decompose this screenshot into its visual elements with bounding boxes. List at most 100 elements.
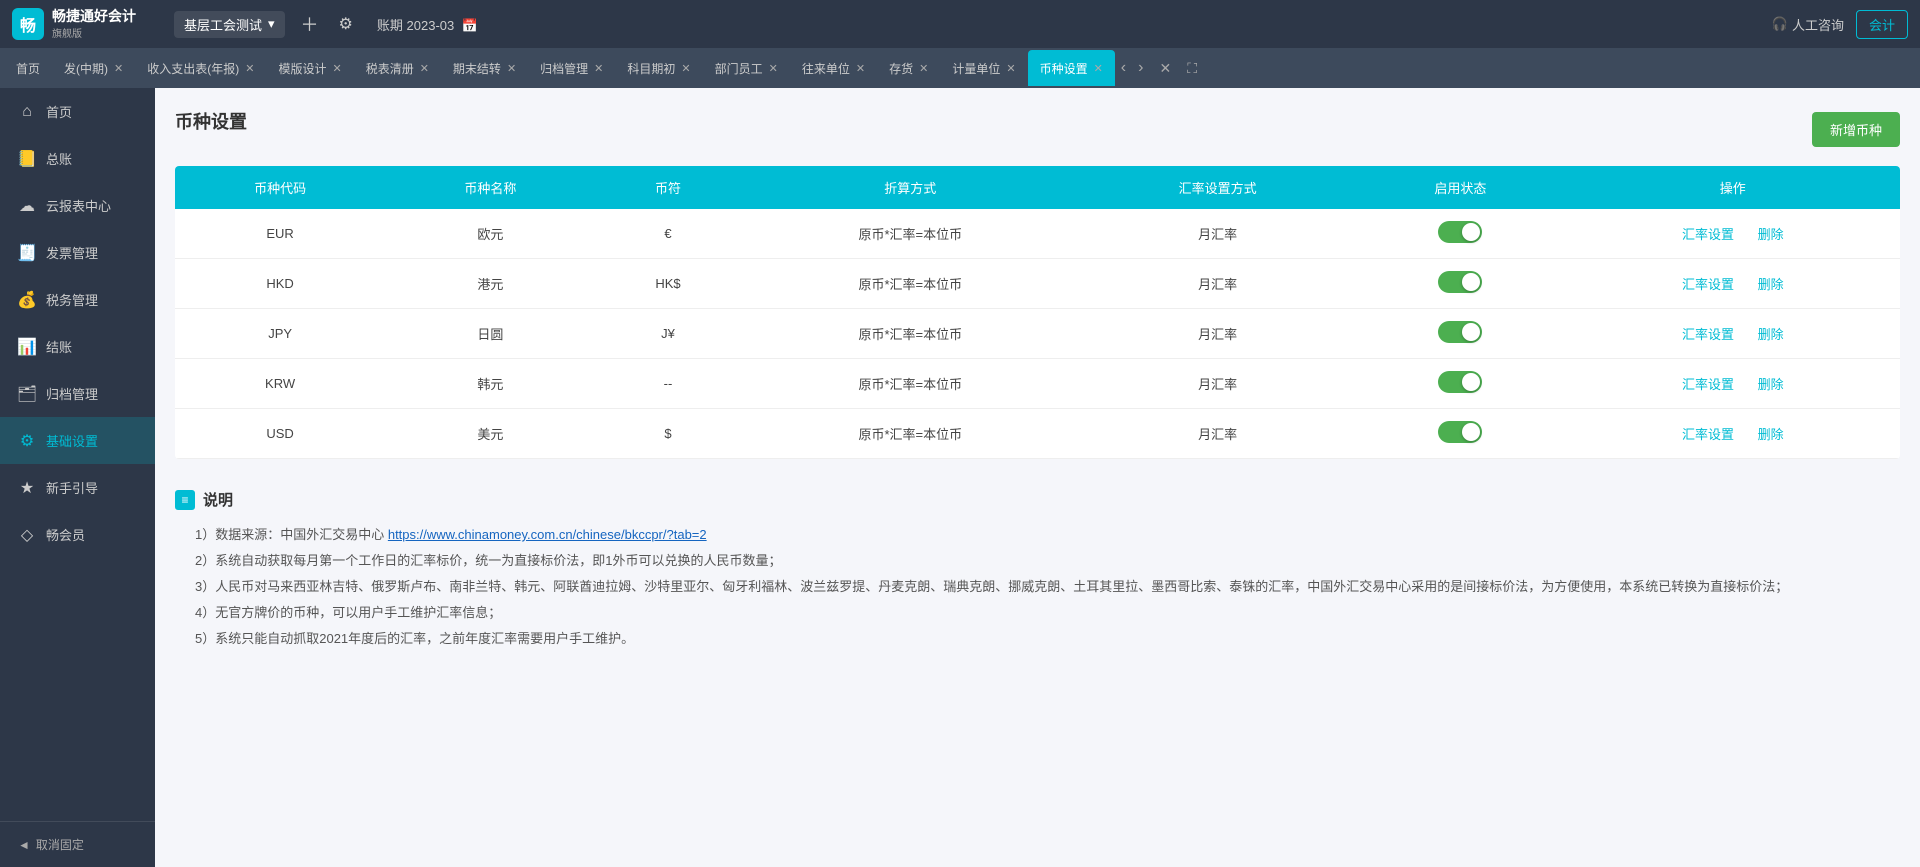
tab-currency-close[interactable]: ✕ <box>1094 62 1103 75</box>
note-header: ≡ 说明 <box>175 489 1900 510</box>
delete-link[interactable]: 删除 <box>1758 227 1784 242</box>
period-info: 账期 2023-03 📅 <box>377 15 478 34</box>
col-code: 币种代码 <box>175 166 385 209</box>
sidebar-checkout-label: 结账 <box>46 337 72 356</box>
sidebar-item-ledger[interactable]: 📒 总账 <box>0 135 155 182</box>
tab-template-close[interactable]: ✕ <box>332 62 341 75</box>
cell-status <box>1355 359 1565 409</box>
tab-period-end[interactable]: 期末结转 ✕ <box>441 50 528 86</box>
col-symbol: 币符 <box>595 166 740 209</box>
rate-setting-link[interactable]: 汇率设置 <box>1682 377 1734 392</box>
sidebar-item-member[interactable]: ◇ 畅会员 <box>0 511 155 558</box>
tab-currency[interactable]: 币种设置 ✕ <box>1028 50 1115 86</box>
toggle-thumb <box>1462 373 1480 391</box>
cell-name: 美元 <box>385 409 595 459</box>
tab-template[interactable]: 模版设计 ✕ <box>266 50 353 86</box>
new-currency-button[interactable]: 新增币种 <box>1812 112 1900 147</box>
tab-balance[interactable]: 发(中期) ✕ <box>52 50 135 86</box>
sidebar-settings-label: 基础设置 <box>46 431 98 450</box>
toggle-switch[interactable] <box>1438 371 1482 393</box>
toggle-switch[interactable] <box>1438 421 1482 443</box>
logo-area: 畅 畅捷通好会计 旗舰版 <box>12 8 162 40</box>
toggle-switch[interactable] <box>1438 321 1482 343</box>
tab-dept[interactable]: 部门员工 ✕ <box>703 50 790 86</box>
note-item: 4）无官方牌价的币种，可以用户手工维护汇率信息； <box>195 600 1900 626</box>
col-status: 启用状态 <box>1355 166 1565 209</box>
cell-rate-method: 月汇率 <box>1080 359 1355 409</box>
tab-tax[interactable]: 税表清册 ✕ <box>354 50 441 86</box>
main-area: ⌂ 首页 📒 总账 ☁ 云报表中心 🧾 发票管理 💰 税务管理 📊 结账 <box>0 88 1920 867</box>
cell-symbol: J¥ <box>595 309 740 359</box>
page-title-bar: 币种设置 新增币种 <box>175 108 1900 150</box>
archive-icon: 🗂 <box>18 385 36 403</box>
company-selector[interactable]: 基层工会测试 ▾ <box>174 11 285 38</box>
tab-units-close[interactable]: ✕ <box>856 62 865 75</box>
rate-setting-link[interactable]: 汇率设置 <box>1682 227 1734 242</box>
cell-conversion: 原币*汇率=本位币 <box>741 259 1080 309</box>
tab-period-end-label: 期末结转 <box>453 60 501 77</box>
sidebar-reports-label: 云报表中心 <box>46 196 111 215</box>
tab-archive-mgmt-label: 归档管理 <box>540 60 588 77</box>
headset-icon: 🎧 <box>1772 16 1788 32</box>
note-link[interactable]: https://www.chinamoney.com.cn/chinese/bk… <box>388 527 707 542</box>
tab-units[interactable]: 往来单位 ✕ <box>790 50 877 86</box>
tab-template-label: 模版设计 <box>278 60 326 77</box>
tab-subject[interactable]: 科目期初 ✕ <box>615 50 702 86</box>
currency-table: 币种代码 币种名称 币符 折算方式 汇率设置方式 启用状态 操作 EUR 欧元 … <box>175 166 1900 459</box>
tab-archive-mgmt-close[interactable]: ✕ <box>594 62 603 75</box>
toggle-switch[interactable] <box>1438 271 1482 293</box>
add-tab-button[interactable]: ＋ <box>297 11 323 37</box>
toggle-track <box>1438 221 1482 243</box>
tab-income[interactable]: 收入支出表(年报) ✕ <box>135 50 266 86</box>
toggle-track <box>1438 371 1482 393</box>
sidebar-item-tax[interactable]: 💰 税务管理 <box>0 276 155 323</box>
delete-link[interactable]: 删除 <box>1758 427 1784 442</box>
account-button[interactable]: 会计 <box>1856 10 1908 39</box>
tab-archive-mgmt[interactable]: 归档管理 ✕ <box>528 50 615 86</box>
tab-nav-next[interactable]: › <box>1132 55 1149 81</box>
tab-subject-close[interactable]: ✕ <box>681 62 690 75</box>
tab-inventory-close[interactable]: ✕ <box>919 62 928 75</box>
tab-nav-prev[interactable]: ‹ <box>1115 55 1132 81</box>
cell-conversion: 原币*汇率=本位币 <box>741 309 1080 359</box>
maximize-button[interactable]: ⛶ <box>1181 58 1203 79</box>
tab-measure-close[interactable]: ✕ <box>1006 62 1015 75</box>
toggle-switch[interactable] <box>1438 221 1482 243</box>
sidebar-item-guide[interactable]: ★ 新手引导 <box>0 464 155 511</box>
invoice-icon: 🧾 <box>18 244 36 262</box>
cell-code: USD <box>175 409 385 459</box>
tab-measure[interactable]: 计量单位 ✕ <box>940 50 1027 86</box>
delete-link[interactable]: 删除 <box>1758 327 1784 342</box>
tab-tax-close[interactable]: ✕ <box>420 62 429 75</box>
calendar-icon[interactable]: 📅 <box>462 18 478 33</box>
close-tab-button[interactable]: ✕ <box>1153 58 1177 79</box>
sidebar-item-reports[interactable]: ☁ 云报表中心 <box>0 182 155 229</box>
logo-text: 畅捷通好会计 旗舰版 <box>52 8 136 40</box>
settings-gear-button[interactable]: ⚙ <box>335 14 357 34</box>
cell-action: 汇率设置 删除 <box>1566 309 1900 359</box>
col-name: 币种名称 <box>385 166 595 209</box>
sidebar: ⌂ 首页 📒 总账 ☁ 云报表中心 🧾 发票管理 💰 税务管理 📊 结账 <box>0 88 155 867</box>
tab-income-close[interactable]: ✕ <box>245 62 254 75</box>
delete-link[interactable]: 删除 <box>1758 377 1784 392</box>
tab-period-end-close[interactable]: ✕ <box>507 62 516 75</box>
table-row: JPY 日圆 J¥ 原币*汇率=本位币 月汇率 汇率设置 删除 <box>175 309 1900 359</box>
sidebar-footer[interactable]: ◄ 取消固定 <box>0 821 155 867</box>
content-area: 币种设置 新增币种 币种代码 币种名称 币符 折算方式 汇率设置方式 启用状态 … <box>155 88 1920 867</box>
delete-link[interactable]: 删除 <box>1758 277 1784 292</box>
sidebar-item-checkout[interactable]: 📊 结账 <box>0 323 155 370</box>
tab-inventory[interactable]: 存货 ✕ <box>877 50 940 86</box>
tab-dept-close[interactable]: ✕ <box>769 62 778 75</box>
rate-setting-link[interactable]: 汇率设置 <box>1682 427 1734 442</box>
rate-setting-link[interactable]: 汇率设置 <box>1682 327 1734 342</box>
tab-home[interactable]: 首页 <box>4 50 52 86</box>
rate-setting-link[interactable]: 汇率设置 <box>1682 277 1734 292</box>
consultant-button[interactable]: 🎧 人工咨询 <box>1772 15 1844 34</box>
tab-balance-close[interactable]: ✕ <box>114 62 123 75</box>
sidebar-item-archive[interactable]: 🗂 归档管理 <box>0 370 155 417</box>
sidebar-item-settings[interactable]: ⚙ 基础设置 <box>0 417 155 464</box>
sidebar-item-invoice[interactable]: 🧾 发票管理 <box>0 229 155 276</box>
sidebar-item-home[interactable]: ⌂ 首页 <box>0 88 155 135</box>
cell-symbol: $ <box>595 409 740 459</box>
cell-rate-method: 月汇率 <box>1080 409 1355 459</box>
